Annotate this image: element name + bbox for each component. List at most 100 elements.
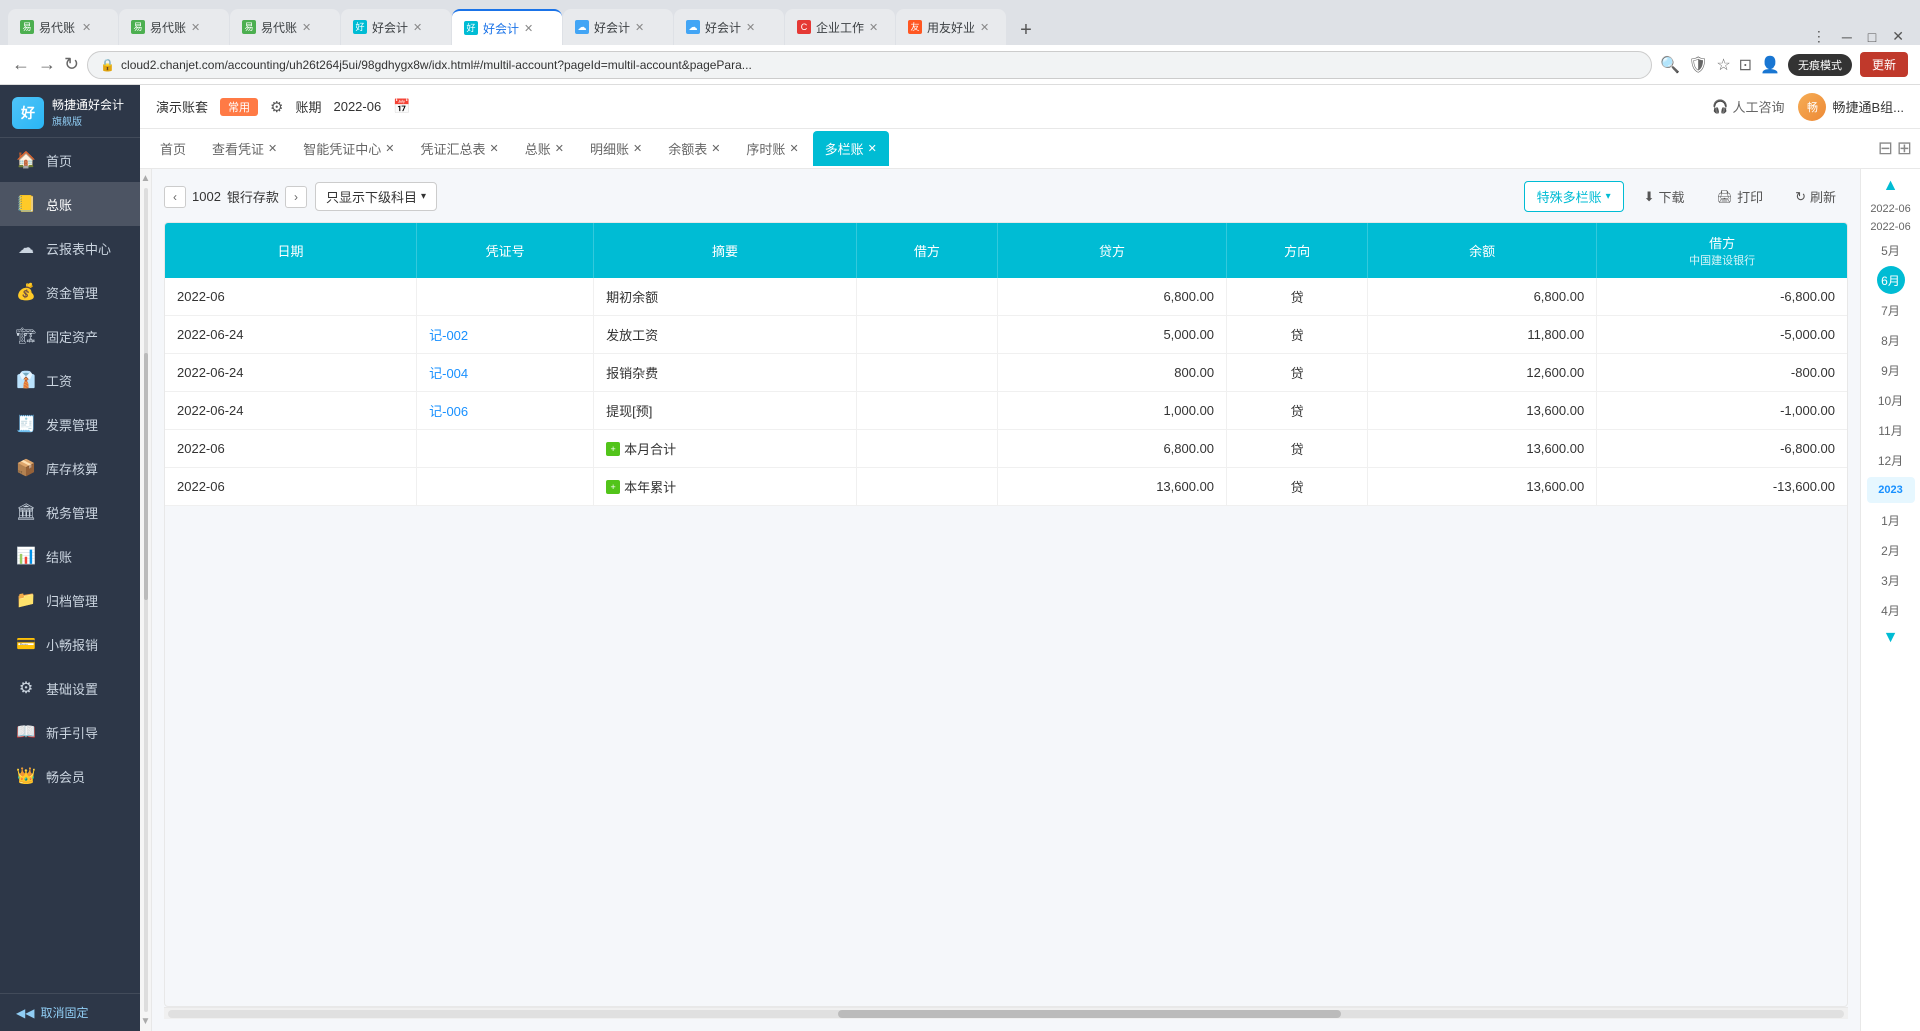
reload-button[interactable]: ↻	[64, 54, 79, 75]
year-2023-label[interactable]: 2023	[1867, 477, 1915, 503]
scroll-thumb[interactable]	[144, 353, 148, 600]
tab-yidazhang-3[interactable]: 易 易代账 ✕	[230, 9, 340, 45]
restore-button[interactable]: □	[1868, 29, 1876, 45]
h-scroll-thumb[interactable]	[838, 1010, 1341, 1018]
print-button[interactable]: 🖨 打印	[1705, 182, 1776, 211]
voucher-link-2[interactable]: 记-002	[429, 328, 468, 343]
tabs-minimize-icon[interactable]: ⊟	[1878, 138, 1893, 159]
tab-enterprise[interactable]: C 企业工作 ✕	[785, 9, 895, 45]
month-3[interactable]: 3月	[1867, 566, 1915, 594]
month-10[interactable]: 10月	[1867, 386, 1915, 414]
sidebar-item-archive[interactable]: 📁 归档管理	[0, 578, 140, 622]
shield-icon[interactable]: 🛡	[1688, 55, 1708, 75]
tab-sequence-ledger[interactable]: 序时账 ✕	[734, 131, 810, 166]
back-button[interactable]: ←	[12, 54, 30, 75]
tab-voucher-summary-close[interactable]: ✕	[490, 142, 499, 155]
account-prev-button[interactable]: ‹	[164, 186, 186, 208]
sidebar-item-tax[interactable]: 🏛 税务管理	[0, 490, 140, 534]
tab-general-ledger-close[interactable]: ✕	[555, 142, 564, 155]
sidebar-item-closing[interactable]: 📊 结账	[0, 534, 140, 578]
address-bar[interactable]: 🔒 cloud2.chanjet.com/accounting/uh26t264…	[87, 51, 1652, 79]
tab-close-icon-9[interactable]: ✕	[980, 21, 989, 34]
tab-close-icon[interactable]: ✕	[82, 21, 91, 34]
new-tab-button[interactable]: +	[1011, 15, 1041, 45]
tab-multi-column[interactable]: 多栏账 ✕	[813, 131, 889, 166]
tab-yidazhang-2[interactable]: 易 易代账 ✕	[119, 9, 229, 45]
sidebar-item-cloud-report[interactable]: ☁ 云报表中心	[0, 226, 140, 270]
scroll-down-icon[interactable]: ▼	[141, 1016, 151, 1027]
tab-haokuaiji-cloud-2[interactable]: ☁ 好会计 ✕	[674, 9, 784, 45]
month-2[interactable]: 2月	[1867, 536, 1915, 564]
tab-general-ledger[interactable]: 总账 ✕	[513, 131, 576, 166]
month-6-active[interactable]: 6月	[1877, 266, 1905, 294]
forward-button[interactable]: →	[38, 54, 56, 75]
tab-smart-voucher[interactable]: 智能凭证中心 ✕	[291, 131, 406, 166]
close-button[interactable]: ✕	[1892, 28, 1904, 45]
voucher-link-4[interactable]: 记-006	[429, 404, 468, 419]
tab-sequence-ledger-close[interactable]: ✕	[789, 142, 798, 155]
month-5[interactable]: 5月	[1867, 236, 1915, 264]
period-value[interactable]: 2022-06	[333, 99, 381, 114]
tab-close-icon-2[interactable]: ✕	[191, 21, 200, 34]
sidebar-item-expense[interactable]: 💳 小畅报销	[0, 622, 140, 666]
tab-close-icon-5[interactable]: ✕	[524, 22, 533, 35]
refresh-button[interactable]: ↻ 刷新	[1783, 182, 1848, 211]
tab-haokuaiji-2-active[interactable]: 好 好会计 ✕	[452, 9, 562, 45]
tab-close-icon-8[interactable]: ✕	[869, 21, 878, 34]
sidebar-item-ledger[interactable]: 📒 总账	[0, 182, 140, 226]
sidebar-item-guide[interactable]: 📖 新手引导	[0, 710, 140, 754]
bottom-scrollbar[interactable]	[164, 1007, 1848, 1019]
left-scrollbar[interactable]: ▲ ▼	[140, 169, 152, 1031]
minimize-button[interactable]: ─	[1842, 29, 1852, 45]
download-button[interactable]: ⬇ 下载	[1632, 182, 1697, 211]
month-9[interactable]: 9月	[1867, 356, 1915, 384]
sidebar-item-invoice[interactable]: 🧾 发票管理	[0, 402, 140, 446]
tab-close-icon-7[interactable]: ✕	[746, 21, 755, 34]
no-trace-button[interactable]: 无痕模式	[1788, 54, 1852, 76]
month-11[interactable]: 11月	[1867, 416, 1915, 444]
account-next-button[interactable]: ›	[285, 186, 307, 208]
sidebar-item-home[interactable]: 🏠 首页	[0, 138, 140, 182]
tab-home[interactable]: 首页	[148, 131, 198, 166]
month-8[interactable]: 8月	[1867, 326, 1915, 354]
tab-multi-column-close[interactable]: ✕	[868, 142, 877, 155]
sidebar-item-settings[interactable]: ⚙ 基础设置	[0, 666, 140, 710]
sidebar-item-inventory[interactable]: 📦 库存核算	[0, 446, 140, 490]
help-button[interactable]: 🎧 人工咨询	[1712, 97, 1784, 116]
sidebar-item-fund[interactable]: 💰 资金管理	[0, 270, 140, 314]
tab-smart-voucher-close[interactable]: ✕	[385, 142, 394, 155]
sidebar-item-salary[interactable]: 👔 工资	[0, 358, 140, 402]
tab-balance[interactable]: 余额表 ✕	[656, 131, 732, 166]
tab-haokuaiji-cloud-1[interactable]: ☁ 好会计 ✕	[563, 9, 673, 45]
search-icon[interactable]: 🔍	[1660, 55, 1680, 75]
tab-haokuaiji-1[interactable]: 好 好会计 ✕	[341, 9, 451, 45]
extend-icon[interactable]: ⊡	[1739, 55, 1752, 75]
user-area[interactable]: 畅 畅捷通B组...	[1798, 93, 1904, 121]
filter-button[interactable]: 只显示下级科目 ▾	[315, 182, 437, 211]
sidebar-unpin-button[interactable]: ◀◀ 取消固定	[0, 993, 140, 1031]
profile-icon[interactable]: 👤	[1760, 55, 1780, 75]
month-1[interactable]: 1月	[1867, 506, 1915, 534]
demo-badge[interactable]: 常用	[220, 98, 258, 116]
update-button[interactable]: 更新	[1860, 52, 1908, 77]
month-7[interactable]: 7月	[1867, 296, 1915, 324]
tab-close-icon-3[interactable]: ✕	[302, 21, 311, 34]
sidebar-scrollbar[interactable]	[128, 140, 138, 991]
tab-detail-ledger-close[interactable]: ✕	[633, 142, 642, 155]
voucher-link-3[interactable]: 记-004	[429, 366, 468, 381]
tab-view-voucher[interactable]: 查看凭证 ✕	[200, 131, 289, 166]
sidebar-item-member[interactable]: 👑 畅会员	[0, 754, 140, 798]
scroll-up-icon[interactable]: ▲	[141, 173, 151, 184]
bookmark-icon[interactable]: ☆	[1716, 55, 1730, 75]
tab-bar-menu-icon[interactable]: ⋮	[1812, 28, 1826, 45]
tab-close-icon-4[interactable]: ✕	[413, 21, 422, 34]
calendar-icon[interactable]: 📅	[393, 98, 410, 115]
sidebar-item-fixed-asset[interactable]: 🏗 固定资产	[0, 314, 140, 358]
tabs-expand-icon[interactable]: ⊞	[1897, 138, 1912, 159]
panel-up-icon[interactable]: ▲	[1879, 173, 1903, 199]
month-4[interactable]: 4月	[1867, 596, 1915, 624]
panel-down-icon[interactable]: ▼	[1879, 625, 1903, 651]
tab-close-icon-6[interactable]: ✕	[635, 21, 644, 34]
tab-voucher-summary[interactable]: 凭证汇总表 ✕	[408, 131, 510, 166]
tab-view-voucher-close[interactable]: ✕	[268, 142, 277, 155]
